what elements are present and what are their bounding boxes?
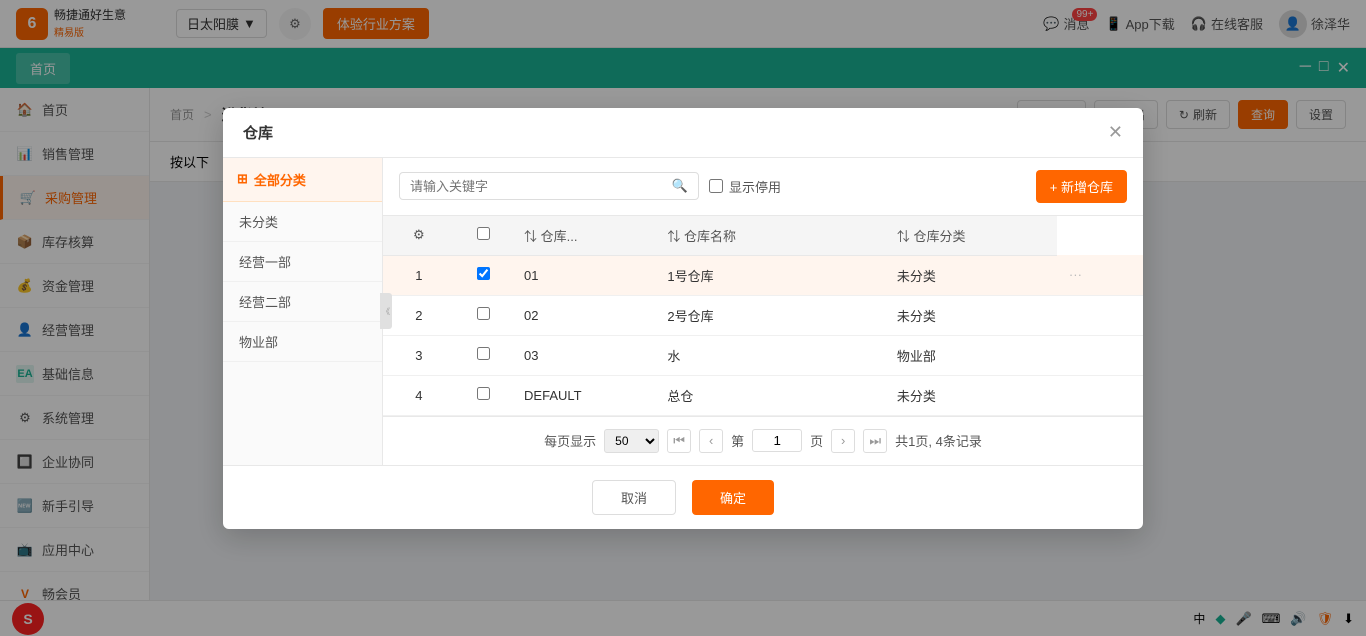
row-checkbox[interactable]: [455, 375, 512, 415]
row-category: 未分类: [885, 295, 1057, 335]
row-index: 1: [383, 255, 455, 295]
row-code: DEFAULT: [512, 375, 655, 415]
show-disabled-checkbox[interactable]: [709, 179, 723, 193]
add-warehouse-button[interactable]: + 新增仓库: [1036, 170, 1127, 203]
page-label: 第: [731, 431, 744, 450]
row-name: 2号仓库: [655, 295, 884, 335]
gear-col-icon: ⚙: [413, 227, 425, 242]
total-records: 共1页, 4条记录: [895, 431, 982, 450]
show-disabled-label: 显示停用: [729, 177, 781, 196]
row-name: 水: [655, 335, 884, 375]
row-code: 03: [512, 335, 655, 375]
action-dots-icon[interactable]: ···: [1069, 267, 1082, 282]
dialog-overlay: 仓库 ✕ ⊞ 全部分类 未分类 经营一部 经营二部 物业部 《: [0, 0, 1366, 636]
row-index: 2: [383, 295, 455, 335]
row-category: 物业部: [885, 335, 1057, 375]
search-box: 🔍: [399, 172, 699, 200]
category-header[interactable]: ⊞ 全部分类: [223, 158, 382, 202]
col-header-category: ⇅ 仓库分类: [885, 216, 1057, 256]
table-row[interactable]: 4 DEFAULT 总仓 未分类: [383, 375, 1143, 415]
row-category: 未分类: [885, 255, 1057, 295]
dialog-body: ⊞ 全部分类 未分类 经营一部 经营二部 物业部 《 🔍: [223, 158, 1143, 465]
table-row[interactable]: 2 02 2号仓库 未分类: [383, 295, 1143, 335]
select-all-checkbox[interactable]: [477, 227, 490, 240]
dialog-footer: 取消 确定: [223, 465, 1143, 529]
category-item-uncategorized[interactable]: 未分类: [223, 202, 382, 242]
row-checkbox[interactable]: [455, 295, 512, 335]
page-last-button[interactable]: ⏭: [863, 429, 887, 453]
category-panel: ⊞ 全部分类 未分类 经营一部 经营二部 物业部 《: [223, 158, 383, 465]
col-header-name: ⇅ 仓库名称: [655, 216, 884, 256]
show-disabled-option: 显示停用: [709, 177, 781, 196]
col-header-code: ⇅ 仓库...: [512, 216, 655, 256]
page-number-input[interactable]: [752, 429, 802, 452]
row-name: 1号仓库: [655, 255, 884, 295]
cancel-button[interactable]: 取消: [592, 480, 676, 515]
per-page-label: 每页显示: [544, 431, 596, 450]
warehouse-dialog: 仓库 ✕ ⊞ 全部分类 未分类 经营一部 经营二部 物业部 《: [223, 108, 1143, 529]
dialog-close-button[interactable]: ✕: [1108, 122, 1123, 143]
row-index: 3: [383, 335, 455, 375]
search-icon: 🔍: [672, 178, 688, 194]
page-next-button[interactable]: ›: [831, 429, 855, 453]
row-code: 02: [512, 295, 655, 335]
sort-icon-name: ⇅: [667, 229, 680, 244]
page-first-button[interactable]: ⏮: [667, 429, 691, 453]
pagination: 每页显示 50 10 20 100 ⏮ ‹ 第 页 › ⏭ 共1页, 4条记录: [383, 416, 1143, 465]
warehouse-toolbar: 🔍 显示停用 + 新增仓库: [383, 158, 1143, 216]
grid-icon: ⊞: [237, 171, 248, 187]
row-name: 总仓: [655, 375, 884, 415]
row-category: 未分类: [885, 375, 1057, 415]
sort-icon: ⇅: [524, 229, 537, 244]
row-index: 4: [383, 375, 455, 415]
row-code: 01: [512, 255, 655, 295]
table-row[interactable]: 1 01 1号仓库 未分类 ···: [383, 255, 1143, 295]
row-action[interactable]: ···: [1057, 255, 1143, 295]
confirm-button[interactable]: 确定: [692, 480, 774, 515]
row-checkbox[interactable]: [455, 335, 512, 375]
col-header-settings: ⚙: [383, 216, 455, 256]
table-row[interactable]: 3 03 水 物业部: [383, 335, 1143, 375]
dialog-header: 仓库 ✕: [223, 108, 1143, 158]
sort-icon-cat: ⇅: [897, 229, 910, 244]
warehouse-panel: 🔍 显示停用 + 新增仓库 ⚙: [383, 158, 1143, 465]
warehouse-table: ⚙ ⇅ 仓库... ⇅ 仓库名称: [383, 216, 1143, 416]
category-header-label: 全部分类: [254, 170, 306, 189]
page-suffix: 页: [810, 431, 823, 450]
search-input[interactable]: [410, 179, 666, 194]
col-header-check: [455, 216, 512, 256]
category-item-property[interactable]: 物业部: [223, 322, 382, 362]
category-item-ops1[interactable]: 经营一部: [223, 242, 382, 282]
chevron-left-icon: 《: [382, 306, 390, 317]
row-checkbox[interactable]: [455, 255, 512, 295]
dialog-title: 仓库: [243, 122, 273, 143]
page-prev-button[interactable]: ‹: [699, 429, 723, 453]
per-page-select[interactable]: 50 10 20 100: [604, 429, 659, 453]
collapse-panel-button[interactable]: 《: [380, 293, 392, 329]
category-item-ops2[interactable]: 经营二部: [223, 282, 382, 322]
